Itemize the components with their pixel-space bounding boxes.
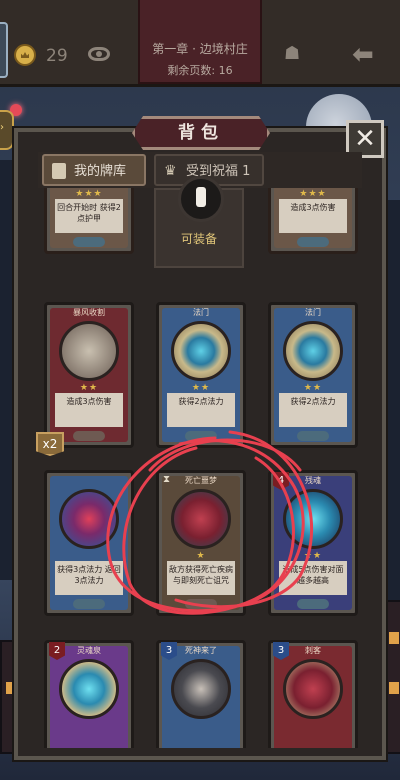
card-grid: ★★★ 回合开始时 获得2点护甲 ★★★ 造成3点伤害 暴风收割 ★★ 造成3点…	[38, 188, 362, 748]
tab-my-deck[interactable]: 我的牌库 14	[42, 154, 146, 211]
card-desc: 造成3点伤害	[55, 393, 123, 427]
card-desc: 获得2点法力	[279, 393, 347, 427]
card-stars: ★★	[79, 383, 99, 393]
card-stars: ★	[196, 551, 206, 561]
back-arrow-icon[interactable]: ⬅	[352, 42, 382, 68]
equip-slot[interactable]: 可装备	[154, 176, 244, 268]
card-foot	[297, 237, 329, 247]
pumpkin-icon[interactable]: ☗	[284, 44, 310, 64]
card-stars: ★★	[303, 383, 323, 393]
side-badge[interactable]	[0, 22, 8, 78]
card-foot	[185, 431, 217, 441]
card-desc: 回合开始时 获得2点护甲	[55, 199, 123, 233]
chapter-panel: 第一章 · 边境村庄 剩余页数: 16	[138, 0, 262, 84]
assassin-art	[283, 659, 343, 719]
card[interactable]: ★★★ 回合开始时 获得2点护甲	[44, 188, 134, 254]
card[interactable]: 4 残魂 ★★ 造成5点伤害对面 越多越高	[268, 470, 358, 616]
card-desc: 造成5点伤害对面 越多越高	[279, 561, 347, 595]
card-name: 暴风收割	[73, 308, 105, 317]
chapter-title: 第一章 · 边境村庄	[152, 42, 248, 56]
card-desc: 获得2点法力	[167, 393, 235, 427]
deck-icon	[52, 163, 66, 179]
card-desc: 造成3点伤害	[279, 199, 347, 233]
card-name: 法门	[305, 308, 321, 317]
swirl-art	[59, 489, 119, 549]
card-name: 法门	[193, 308, 209, 317]
card[interactable]: 2 灵魂泉	[44, 640, 134, 748]
card-foot	[297, 599, 329, 609]
panel-title: 背包	[132, 116, 270, 150]
card[interactable]: 3 刺客	[268, 640, 358, 748]
card-desc: 敌方获得死亡疾病 与即刻死亡诅咒	[167, 561, 235, 595]
card-stars: ★★	[191, 383, 211, 393]
portal-art	[171, 321, 231, 381]
card[interactable]: 3 死神来了	[156, 640, 246, 748]
reaper-art	[171, 659, 231, 719]
card-foot	[73, 431, 105, 441]
equip-label: 可装备	[180, 232, 217, 246]
equip-ring	[178, 176, 224, 222]
card[interactable]: 法门 ★★ 获得2点法力	[268, 302, 358, 448]
card-desc: 获得3点法力 返回3点法力	[55, 561, 123, 595]
card[interactable]: ★★★ 造成3点伤害	[268, 188, 358, 254]
card-name: 死神来了	[185, 646, 217, 655]
left-pull-tab[interactable]: ›	[0, 110, 14, 150]
blessing-icon: ♛	[164, 163, 177, 179]
close-icon: ✕	[354, 124, 376, 154]
card-name: 灵魂泉	[77, 646, 101, 655]
card-count-badge: x2	[36, 432, 64, 456]
coin-count: 29	[46, 46, 68, 66]
card-foot	[185, 599, 217, 609]
card[interactable]: ⧗ 死亡噩梦 ★ 敌方获得死亡疾病 与即刻死亡诅咒	[156, 470, 246, 616]
card-name: 刺客	[305, 646, 321, 655]
scythe-art	[59, 321, 119, 381]
card-stars: ★★	[303, 551, 323, 561]
pages-left: 剩余页数: 16	[167, 64, 233, 77]
eye-icon[interactable]	[88, 47, 110, 61]
card-name: 残魂	[305, 476, 321, 485]
tree-silhouette	[386, 200, 400, 620]
crown-coin-icon	[14, 44, 36, 66]
card-stars: ★★★	[299, 189, 327, 199]
spirit-art	[283, 489, 343, 549]
card-stars: ★★★	[75, 189, 103, 199]
house-right	[384, 600, 400, 754]
card[interactable]: 暴风收割 ★★ 造成3点伤害	[44, 302, 134, 448]
card-foot	[73, 599, 105, 609]
nightmare-art	[171, 489, 231, 549]
card[interactable]: 获得3点法力 返回3点法力	[44, 470, 134, 616]
card-foot	[73, 237, 105, 247]
top-bar: 29 第一章 · 边境村庄 剩余页数: 16 ☗ ⬅	[0, 0, 400, 87]
card-name: 死亡噩梦	[185, 476, 217, 485]
card-foot	[297, 431, 329, 441]
soul-spring-art	[59, 659, 119, 719]
card[interactable]: 法门 ★★ 获得2点法力	[156, 302, 246, 448]
portal-art	[283, 321, 343, 381]
